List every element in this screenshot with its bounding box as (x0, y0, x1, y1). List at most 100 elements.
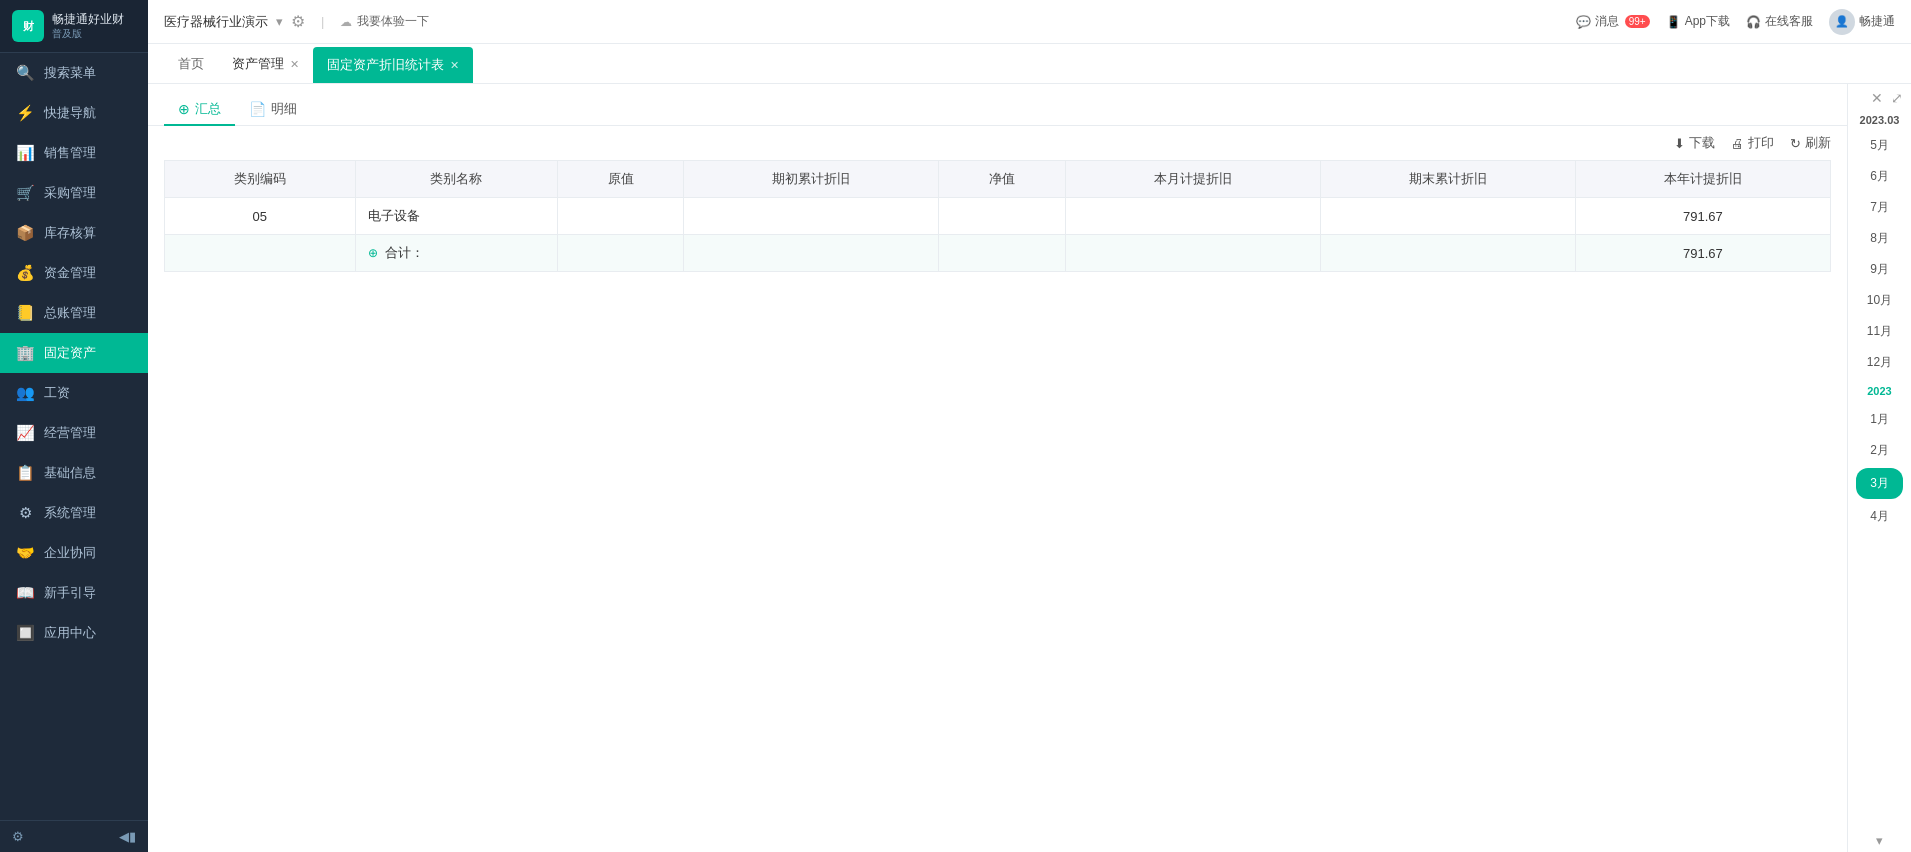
date-item-3-selected[interactable]: 3月 (1856, 468, 1903, 499)
refresh-btn[interactable]: ↻ 刷新 (1790, 134, 1831, 152)
col-end-dep: 期末累计折旧 (1320, 161, 1575, 198)
date-item-4[interactable]: 4月 (1848, 501, 1911, 532)
date-item-12[interactable]: 12月 (1848, 347, 1911, 378)
sum-label: 合计： (385, 245, 424, 260)
sub-tab-summary-label: 汇总 (195, 100, 221, 118)
col-monthly-dep: 本月计提折旧 (1065, 161, 1320, 198)
date-item-1[interactable]: 1月 (1848, 404, 1911, 435)
date-item-2[interactable]: 2月 (1848, 435, 1911, 466)
sum-original (557, 235, 683, 272)
settings-footer-icon: ⚙ (12, 829, 24, 844)
sum-empty (165, 235, 356, 272)
download-btn[interactable]: ⬇ 下载 (1674, 134, 1715, 152)
sub-tab-detail[interactable]: 📄 明细 (235, 94, 311, 126)
date-item-7[interactable]: 7月 (1848, 192, 1911, 223)
sidebar-item-quick-nav[interactable]: ⚡ 快捷导航 (0, 93, 148, 133)
topbar-settings-icon[interactable]: ⚙ (291, 12, 305, 31)
sidebar-item-operations[interactable]: 📈 经营管理 (0, 413, 148, 453)
date-nav-down[interactable]: ▾ (1848, 829, 1911, 852)
sidebar-nav: 🔍 搜索菜单 ⚡ 快捷导航 📊 销售管理 🛒 采购管理 📦 库存核算 💰 资金管… (0, 53, 148, 820)
sidebar-item-guide[interactable]: 📖 新手引导 (0, 573, 148, 613)
sidebar-item-enterprise[interactable]: 🤝 企业协同 (0, 533, 148, 573)
logo-text-block: 畅捷通好业财 普及版 (52, 11, 124, 42)
tab-depreciation-close-icon[interactable]: ✕ (450, 59, 459, 72)
sub-tabs: ⊕ 汇总 📄 明细 (148, 84, 1847, 126)
detail-icon: 📄 (249, 101, 266, 117)
sum-icon: ⊕ (368, 246, 378, 260)
tab-close-icon[interactable]: ✕ (290, 58, 299, 71)
sidebar-item-search[interactable]: 🔍 搜索菜单 (0, 53, 148, 93)
cell-original (557, 198, 683, 235)
sidebar-item-label: 系统管理 (44, 504, 96, 522)
sidebar-item-payroll[interactable]: 👥 工资 (0, 373, 148, 413)
trend-icon: 📈 (16, 424, 34, 442)
app-download-btn[interactable]: 📱 App下载 (1666, 13, 1730, 30)
print-btn[interactable]: 🖨 打印 (1731, 134, 1774, 152)
sidebar-item-fixed-assets[interactable]: 🏢 固定资产 (0, 333, 148, 373)
date-item-9[interactable]: 9月 (1848, 254, 1911, 285)
cell-monthly-dep (1065, 198, 1320, 235)
app-icon: 🔲 (16, 624, 34, 642)
settings-footer-btn[interactable]: ⚙ (12, 829, 24, 844)
tabs-bar: 首页 资产管理 ✕ 固定资产折旧统计表 ✕ (148, 44, 1911, 84)
tab-asset-mgmt[interactable]: 资产管理 ✕ (218, 47, 313, 83)
sidebar-item-label: 固定资产 (44, 344, 96, 362)
sidebar-item-inventory[interactable]: 📦 库存核算 (0, 213, 148, 253)
cell-end-dep (1320, 198, 1575, 235)
company-name: 医疗器械行业演示 (164, 13, 268, 31)
date-item-10[interactable]: 10月 (1848, 285, 1911, 316)
collapse-icon: ◀▮ (119, 829, 136, 844)
date-item-11[interactable]: 11月 (1848, 316, 1911, 347)
tab-home-label: 首页 (178, 55, 204, 73)
report-table: 类别编码 类别名称 原值 期初累计折旧 净值 本月计提折旧 期末累计折旧 本年计… (164, 160, 1831, 272)
col-initial-dep: 期初累计折旧 (684, 161, 939, 198)
print-icon: 🖨 (1731, 136, 1744, 151)
date-panel-close-icon[interactable]: ✕ (1871, 90, 1883, 106)
date-panel-expand-icon[interactable]: ⤢ (1891, 90, 1903, 106)
money-icon: 💰 (16, 264, 34, 282)
topbar: 医疗器械行业演示 ▾ ⚙ | ☁ 我要体验一下 💬 消息 99+ 📱 App下载… (148, 0, 1911, 44)
avatar: 👤 (1829, 9, 1855, 35)
col-net-value: 净值 (939, 161, 1065, 198)
notification-btn[interactable]: 💬 消息 99+ (1576, 13, 1650, 30)
main-content: 医疗器械行业演示 ▾ ⚙ | ☁ 我要体验一下 💬 消息 99+ 📱 App下载… (148, 0, 1911, 852)
search-icon: 🔍 (16, 64, 34, 82)
collapse-btn[interactable]: ◀▮ (119, 829, 136, 844)
sidebar-item-system[interactable]: ⚙ 系统管理 (0, 493, 148, 533)
tab-depreciation[interactable]: 固定资产折旧统计表 ✕ (313, 47, 473, 83)
logo-name: 畅捷通好业财 (52, 11, 124, 28)
experience-label: 我要体验一下 (357, 13, 429, 30)
date-item-8[interactable]: 8月 (1848, 223, 1911, 254)
date-panel: ✕ ⤢ 2023.03 5月 6月 7月 8月 9月 10月 11月 12月 2… (1847, 84, 1911, 852)
sub-tab-summary[interactable]: ⊕ 汇总 (164, 94, 235, 126)
sidebar-item-basic-info[interactable]: 📋 基础信息 (0, 453, 148, 493)
experience-btn[interactable]: ☁ 我要体验一下 (340, 13, 429, 30)
sidebar-item-funds[interactable]: 💰 资金管理 (0, 253, 148, 293)
online-service-btn[interactable]: 🎧 在线客服 (1746, 13, 1813, 30)
user-profile-btn[interactable]: 👤 畅捷通 (1829, 9, 1895, 35)
summary-icon: ⊕ (178, 101, 190, 117)
date-year-label: 2023 (1848, 378, 1911, 404)
sidebar-item-ledger[interactable]: 📒 总账管理 (0, 293, 148, 333)
sidebar-item-app-center[interactable]: 🔲 应用中心 (0, 613, 148, 653)
sidebar-item-label: 基础信息 (44, 464, 96, 482)
sidebar-item-label: 新手引导 (44, 584, 96, 602)
download-label: 下载 (1689, 134, 1715, 152)
sidebar-item-sales[interactable]: 📊 销售管理 (0, 133, 148, 173)
cell-annual-dep: 791.67 (1575, 198, 1830, 235)
date-item-6[interactable]: 6月 (1848, 161, 1911, 192)
notification-label: 消息 (1595, 13, 1619, 30)
report-table-wrap: 类别编码 类别名称 原值 期初累计折旧 净值 本月计提折旧 期末累计折旧 本年计… (148, 160, 1847, 852)
sum-label-cell: ⊕ 合计： (355, 235, 557, 272)
sidebar-item-purchase[interactable]: 🛒 采购管理 (0, 173, 148, 213)
report-toolbar: ⬇ 下载 🖨 打印 ↻ 刷新 (148, 126, 1847, 160)
people-icon: 👥 (16, 384, 34, 402)
tab-home[interactable]: 首页 (164, 47, 218, 83)
refresh-label: 刷新 (1805, 134, 1831, 152)
lightning-icon: ⚡ (16, 104, 34, 122)
date-item-5[interactable]: 5月 (1848, 130, 1911, 161)
company-dropdown-icon[interactable]: ▾ (276, 14, 283, 29)
book-icon: 📒 (16, 304, 34, 322)
table-row: 05 电子设备 791.67 (165, 198, 1831, 235)
sum-annual-dep: 791.67 (1575, 235, 1830, 272)
